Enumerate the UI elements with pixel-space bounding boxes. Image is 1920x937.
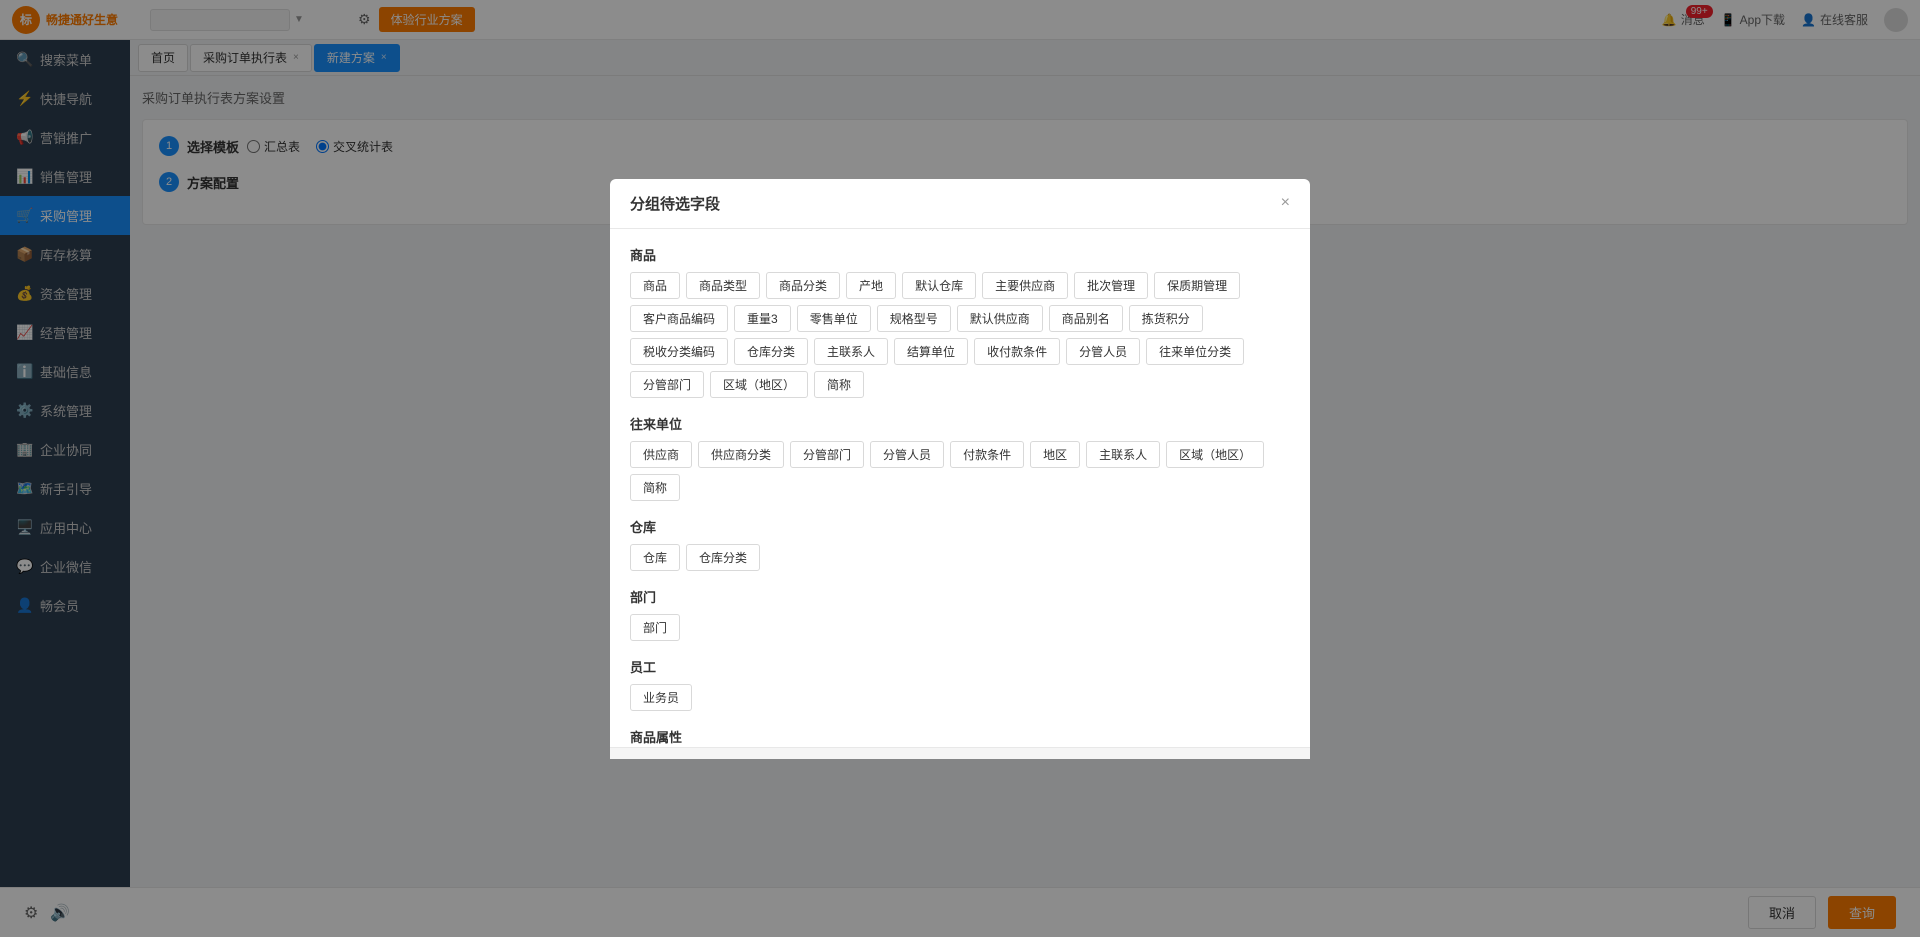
field-tag[interactable]: 往来单位分类 [1146, 338, 1244, 365]
group-title-partner: 往来单位 [630, 414, 1290, 433]
field-group-staff: 员工 业务员 [630, 657, 1290, 711]
field-tag[interactable]: 客户商品编码 [630, 305, 728, 332]
field-tag[interactable]: 分管人员 [1066, 338, 1140, 365]
field-tag[interactable]: 默认仓库 [902, 272, 976, 299]
field-tag[interactable]: 商品别名 [1049, 305, 1123, 332]
product-tags: 商品 商品类型 商品分类 产地 默认仓库 主要供应商 批次管理 保质期管理 客户… [630, 272, 1290, 398]
modal-overlay[interactable]: 分组待选字段 × 商品 商品 商品类型 商品分类 产地 默认仓库 主要供应商 批… [0, 0, 1920, 937]
field-tag[interactable]: 产地 [846, 272, 896, 299]
field-tag[interactable]: 区域（地区） [710, 371, 808, 398]
field-group-attr: 商品属性 属性 颜色 多规格 尺码 鞋码 1 [630, 727, 1290, 747]
field-tag[interactable]: 主联系人 [814, 338, 888, 365]
field-tag[interactable]: 商品分类 [766, 272, 840, 299]
field-group-product: 商品 商品 商品类型 商品分类 产地 默认仓库 主要供应商 批次管理 保质期管理… [630, 245, 1290, 398]
field-tag[interactable]: 税收分类编码 [630, 338, 728, 365]
field-group-dept: 部门 部门 [630, 587, 1290, 641]
field-tag[interactable]: 供应商分类 [698, 441, 784, 468]
field-tag[interactable]: 重量3 [734, 305, 791, 332]
field-tag[interactable]: 仓库分类 [734, 338, 808, 365]
modal-horizontal-scrollbar[interactable] [610, 747, 1310, 759]
field-tag[interactable]: 部门 [630, 614, 680, 641]
field-tag[interactable]: 仓库分类 [686, 544, 760, 571]
field-tag[interactable]: 业务员 [630, 684, 692, 711]
field-tag[interactable]: 批次管理 [1074, 272, 1148, 299]
field-tag[interactable]: 简称 [814, 371, 864, 398]
field-tag[interactable]: 商品 [630, 272, 680, 299]
group-title-attr: 商品属性 [630, 727, 1290, 746]
group-title-product: 商品 [630, 245, 1290, 264]
group-title-warehouse: 仓库 [630, 517, 1290, 536]
field-tag[interactable]: 商品类型 [686, 272, 760, 299]
modal-title: 分组待选字段 [630, 193, 720, 214]
field-tag[interactable]: 地区 [1030, 441, 1080, 468]
field-tag[interactable]: 拣货积分 [1129, 305, 1203, 332]
dept-tags: 部门 [630, 614, 1290, 641]
field-select-modal: 分组待选字段 × 商品 商品 商品类型 商品分类 产地 默认仓库 主要供应商 批… [610, 179, 1310, 759]
group-title-dept: 部门 [630, 587, 1290, 606]
modal-body: 商品 商品 商品类型 商品分类 产地 默认仓库 主要供应商 批次管理 保质期管理… [610, 229, 1310, 747]
field-group-partner: 往来单位 供应商 供应商分类 分管部门 分管人员 付款条件 地区 主联系人 区域… [630, 414, 1290, 501]
field-tag[interactable]: 分管部门 [630, 371, 704, 398]
warehouse-tags: 仓库 仓库分类 [630, 544, 1290, 571]
field-group-warehouse: 仓库 仓库 仓库分类 [630, 517, 1290, 571]
field-tag[interactable]: 零售单位 [797, 305, 871, 332]
field-tag[interactable]: 默认供应商 [957, 305, 1043, 332]
field-tag[interactable]: 收付款条件 [974, 338, 1060, 365]
field-tag[interactable]: 规格型号 [877, 305, 951, 332]
field-tag[interactable]: 保质期管理 [1154, 272, 1240, 299]
field-tag[interactable]: 简称 [630, 474, 680, 501]
field-tag[interactable]: 区域（地区） [1166, 441, 1264, 468]
field-tag[interactable]: 结算单位 [894, 338, 968, 365]
modal-close-button[interactable]: × [1281, 194, 1290, 212]
field-tag[interactable]: 主要供应商 [982, 272, 1068, 299]
partner-tags: 供应商 供应商分类 分管部门 分管人员 付款条件 地区 主联系人 区域（地区） … [630, 441, 1290, 501]
modal-header: 分组待选字段 × [610, 179, 1310, 229]
field-tag[interactable]: 主联系人 [1086, 441, 1160, 468]
field-tag[interactable]: 仓库 [630, 544, 680, 571]
field-tag[interactable]: 供应商 [630, 441, 692, 468]
field-tag[interactable]: 分管人员 [870, 441, 944, 468]
staff-tags: 业务员 [630, 684, 1290, 711]
group-title-staff: 员工 [630, 657, 1290, 676]
field-tag[interactable]: 付款条件 [950, 441, 1024, 468]
field-tag[interactable]: 分管部门 [790, 441, 864, 468]
